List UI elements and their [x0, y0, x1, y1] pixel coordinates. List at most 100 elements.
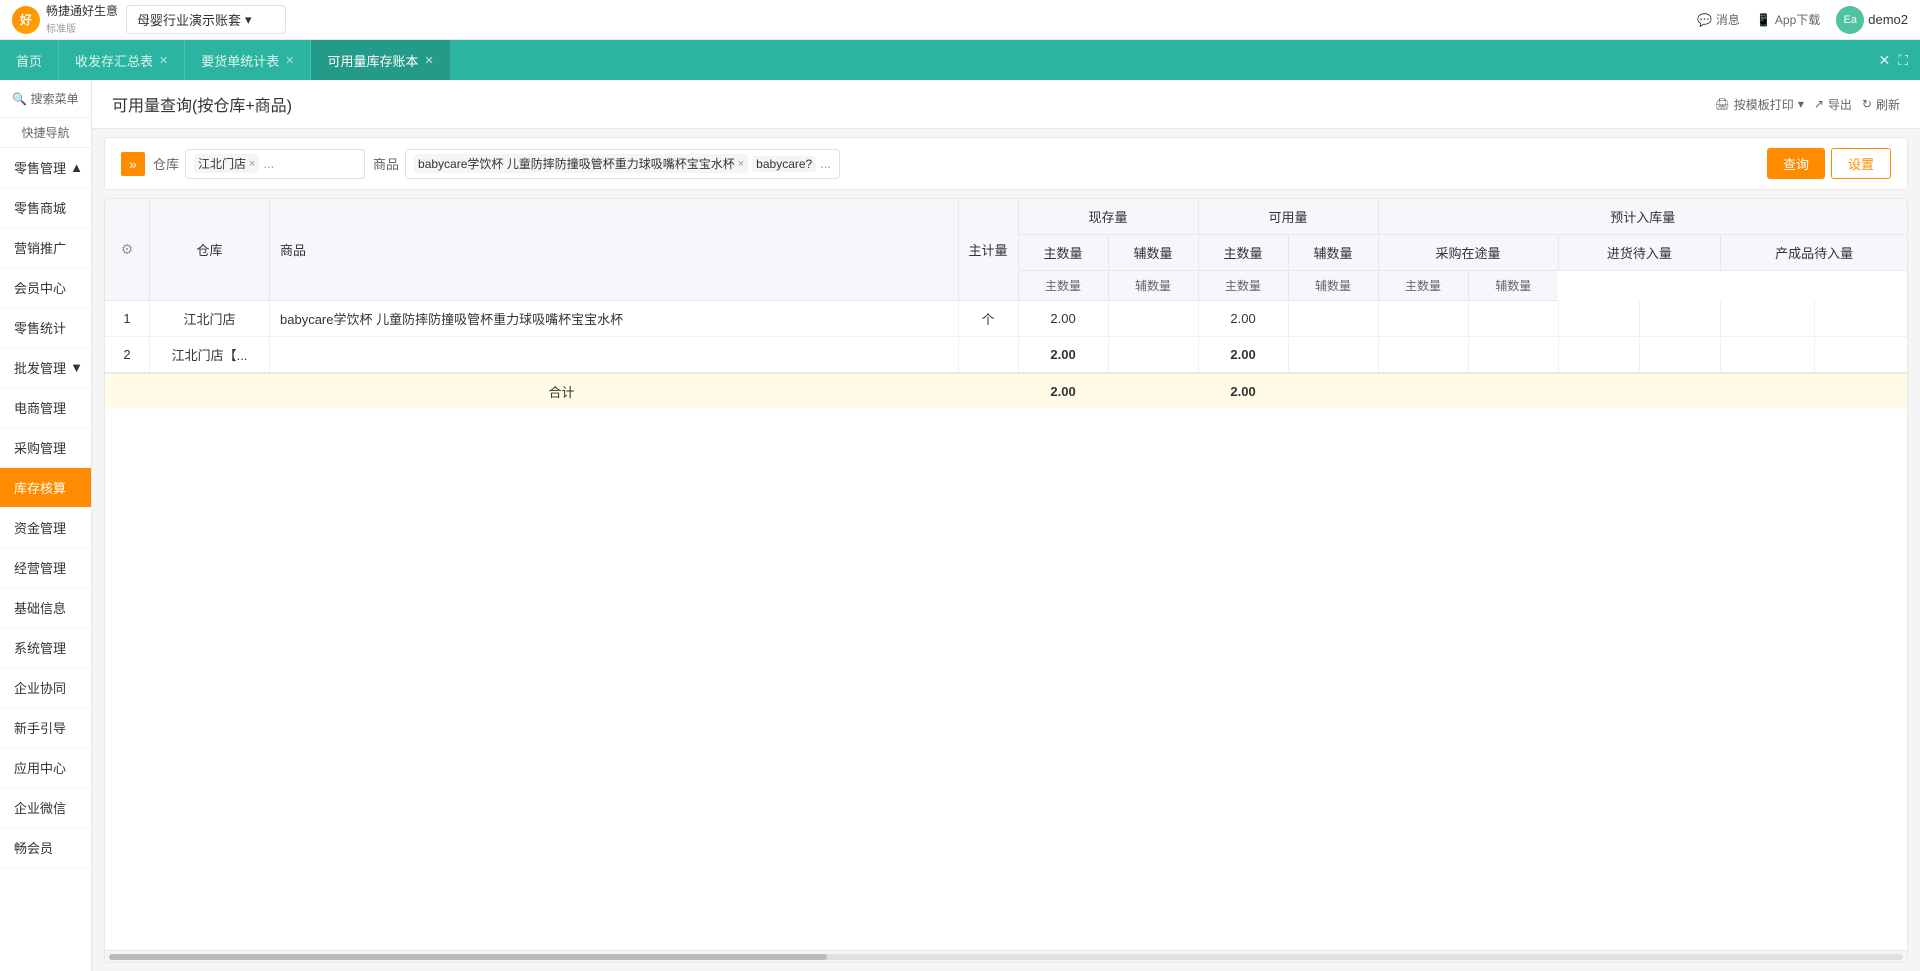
sidebar-item-operations-mgmt-label: 经营管理	[14, 558, 66, 577]
sidebar-item-system-mgmt-label: 系统管理	[14, 638, 66, 657]
sidebar-item-member-center[interactable]: 会员中心	[0, 268, 91, 308]
export-button[interactable]: ↗ 导出	[1814, 96, 1852, 113]
logo-area: 好 畅捷通好生意 标准版	[12, 4, 118, 35]
industry-label: 母婴行业演示账套	[137, 10, 241, 29]
export-icon: ↗	[1814, 97, 1824, 111]
tab-order-summary-label: 要货单统计表	[201, 51, 279, 70]
warehouse-input[interactable]: 江北门店 × ...	[185, 149, 365, 179]
query-button[interactable]: 查询	[1767, 148, 1825, 179]
print-arrow-icon: ▾	[1798, 97, 1804, 111]
sidebar-item-retail-stats-label: 零售统计	[14, 318, 66, 337]
main-layout: 🔍 搜索菜单 快捷导航 零售管理 ▲ 零售商城 营销推广 会员中心 零售统计 批…	[0, 80, 1920, 971]
product-tag-1: babycare学饮杯 儿童防摔防撞吸管杯重力球吸嘴杯宝宝水杯 ×	[414, 154, 748, 173]
row2-stock-main: 2.00	[1018, 337, 1108, 374]
table-row: 1 江北门店 babycare学饮杯 儿童防摔防撞吸管杯重力球吸嘴杯宝宝水杯 个…	[105, 301, 1907, 337]
sidebar-item-enterprise-wechat-label: 企业微信	[14, 798, 66, 817]
sidebar-item-inventory-check[interactable]: 库存核算	[0, 468, 91, 508]
app-download-button[interactable]: 📱 App下载	[1756, 11, 1820, 28]
search-icon: 🔍	[12, 92, 27, 106]
tab-order-summary[interactable]: 要货单统计表 ✕	[185, 40, 311, 80]
sidebar-item-retail-stats[interactable]: 零售统计	[0, 308, 91, 348]
sidebar-item-vip-member-label: 畅会员	[14, 838, 53, 857]
sidebar-quick-nav[interactable]: 快捷导航	[0, 118, 91, 148]
sidebar-item-wholesale-mgmt[interactable]: 批发管理 ▼	[0, 348, 91, 388]
sidebar-item-enterprise-collab[interactable]: 企业协同	[0, 668, 91, 708]
row2-product	[270, 337, 959, 374]
row1-product: babycare学饮杯 儿童防摔防撞吸管杯重力球吸嘴杯宝宝水杯	[270, 301, 959, 337]
table-footer: 合计 2.00 2.00	[105, 373, 1907, 409]
tab-home[interactable]: 首页	[0, 40, 59, 80]
sidebar-item-vip-member[interactable]: 畅会员	[0, 828, 91, 868]
sidebar-item-basic-info[interactable]: 基础信息	[0, 588, 91, 628]
sidebar-item-new-guide-label: 新手引导	[14, 718, 66, 737]
col-purchase-aux-header: 辅数量	[1108, 271, 1198, 301]
table-settings-icon[interactable]: ⚙	[115, 238, 139, 262]
sidebar-item-ecommerce-mgmt[interactable]: 电商管理	[0, 388, 91, 428]
sidebar-item-enterprise-wechat[interactable]: 企业微信	[0, 788, 91, 828]
user-area[interactable]: Ea demo2	[1836, 6, 1908, 34]
product-tag-1-remove[interactable]: ×	[738, 158, 744, 170]
sidebar-item-finance-mgmt-label: 资金管理	[14, 518, 66, 537]
table-scroll-bar[interactable]	[105, 950, 1907, 962]
tab-receive-summary-close[interactable]: ✕	[159, 54, 168, 67]
sidebar-search[interactable]: 🔍 搜索菜单	[0, 80, 91, 118]
industry-selector[interactable]: 母婴行业演示账套 ▾	[126, 5, 286, 34]
summary-avail-main: 2.00	[1198, 373, 1288, 409]
row2-production-aux	[1815, 337, 1907, 374]
settings-button[interactable]: 设置	[1831, 148, 1891, 179]
summary-production-main	[1721, 373, 1815, 409]
message-label: 消息	[1716, 11, 1740, 28]
sidebar-item-purchase-mgmt[interactable]: 采购管理	[0, 428, 91, 468]
username-label: demo2	[1868, 12, 1908, 27]
warehouse-ellipsis[interactable]: ...	[263, 156, 274, 171]
filter-expand-button[interactable]: »	[121, 152, 145, 176]
refresh-button[interactable]: ↻ 刷新	[1862, 96, 1900, 113]
col-avail-aux-header: 辅数量	[1288, 235, 1378, 271]
product-input[interactable]: babycare学饮杯 儿童防摔防撞吸管杯重力球吸嘴杯宝宝水杯 × babyca…	[405, 149, 840, 179]
sidebar-item-basic-info-label: 基础信息	[14, 598, 66, 617]
sidebar-item-system-mgmt[interactable]: 系统管理	[0, 628, 91, 668]
product-label: 商品	[373, 154, 399, 173]
warehouse-tag-remove[interactable]: ×	[249, 158, 255, 170]
sidebar-item-ecommerce-mgmt-label: 电商管理	[14, 398, 66, 417]
tab-available-inventory-close[interactable]: ✕	[425, 54, 434, 67]
sidebar-item-retail-mgmt[interactable]: 零售管理 ▲	[0, 148, 91, 188]
row1-stock-main: 2.00	[1018, 301, 1108, 337]
logo-icon: 好	[12, 6, 40, 34]
product-ellipsis[interactable]: ...	[820, 156, 831, 171]
row2-avail-main: 2.00	[1198, 337, 1288, 374]
tab-receive-summary[interactable]: 收发存汇总表 ✕	[59, 40, 185, 80]
col-purchase-main-header: 主数量	[1018, 271, 1108, 301]
sidebar-item-app-center[interactable]: 应用中心	[0, 748, 91, 788]
sidebar-item-new-guide[interactable]: 新手引导	[0, 708, 91, 748]
tab-order-summary-close[interactable]: ✕	[285, 54, 294, 67]
message-icon: 💬	[1697, 13, 1712, 27]
row1-inbound-main	[1558, 301, 1639, 337]
tab-close-all-button[interactable]: ✕	[1878, 52, 1890, 69]
tab-maximize-button[interactable]: ⛶	[1898, 52, 1908, 69]
chevron-down-icon: ▾	[245, 12, 252, 28]
row2-production-main	[1721, 337, 1815, 374]
summary-inbound-main	[1558, 373, 1639, 409]
table-header-row: ⚙ 仓库 商品 主计量 现存量 可用量 预计入库量	[105, 199, 1907, 235]
sidebar-item-retail-mall[interactable]: 零售商城	[0, 188, 91, 228]
chevron-down-icon: ▼	[70, 360, 83, 375]
row1-unit: 个	[958, 301, 1018, 337]
page-actions: 🖨 按模板打印 ▾ ↗ 导出 ↻ 刷新	[1715, 96, 1900, 125]
col-production-aux-header: 辅数量	[1468, 271, 1558, 301]
row2-purchase-aux	[1468, 337, 1558, 374]
print-button[interactable]: 🖨 按模板打印 ▾	[1715, 96, 1804, 113]
col-available-header: 可用量	[1198, 199, 1378, 235]
sidebar-item-finance-mgmt[interactable]: 资金管理	[0, 508, 91, 548]
warehouse-tag-text: 江北门店	[198, 155, 246, 172]
row1-production-main	[1721, 301, 1815, 337]
sidebar-item-marketing[interactable]: 营销推广	[0, 228, 91, 268]
message-button[interactable]: 💬 消息	[1697, 11, 1740, 28]
col-settings: ⚙	[105, 199, 150, 301]
chevron-icon: ▲	[70, 160, 83, 175]
sidebar-item-operations-mgmt[interactable]: 经营管理	[0, 548, 91, 588]
row2-warehouse: 江北门店【...	[150, 337, 270, 374]
sidebar-item-retail-mgmt-label: 零售管理	[14, 158, 66, 177]
product-tag-2-text: babycare?	[756, 157, 812, 171]
tab-available-inventory[interactable]: 可用量库存账本 ✕	[311, 40, 450, 80]
